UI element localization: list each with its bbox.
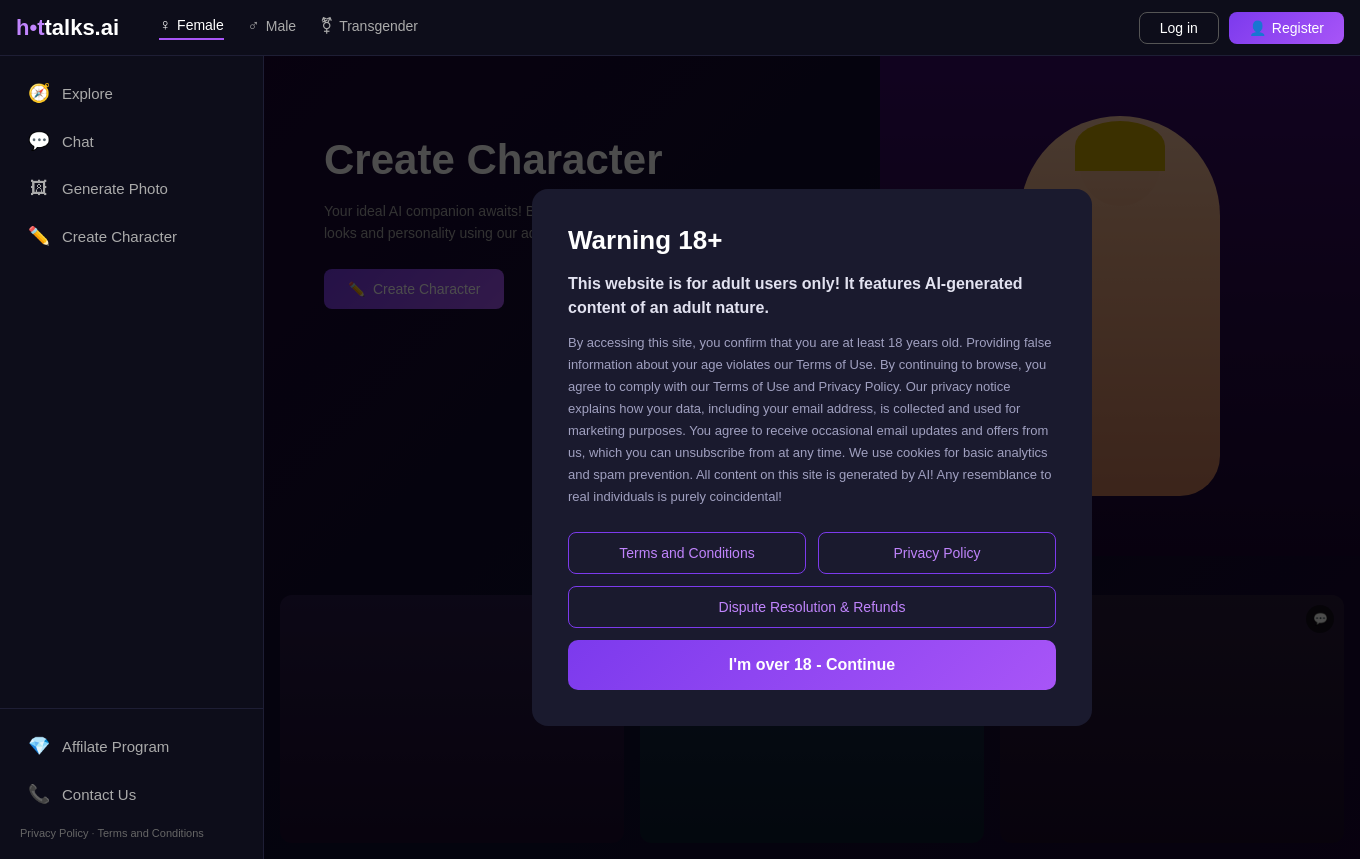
chat-icon: 💬: [28, 130, 50, 152]
contact-icon: 📞: [28, 783, 50, 805]
sidebar-label-contact: Contact Us: [62, 786, 136, 803]
modal-overlay: Warning 18+ This website is for adult us…: [264, 56, 1360, 859]
tab-transgender-label: Transgender: [339, 18, 418, 34]
logo-rest: talks.ai: [44, 15, 119, 40]
sidebar-label-affiliate: Affilate Program: [62, 738, 169, 755]
main-content: Create Character Your ideal AI companion…: [264, 56, 1360, 859]
affiliate-icon: 💎: [28, 735, 50, 757]
gender-tabs: ♀ Female ♂ Male ⚧ Transgender: [159, 16, 1139, 40]
male-icon: ♂: [248, 17, 260, 35]
modal-title: Warning 18+: [568, 225, 1056, 256]
tab-female-label: Female: [177, 17, 224, 33]
tab-transgender[interactable]: ⚧ Transgender: [320, 16, 418, 40]
generate-photo-icon: 🖼: [28, 178, 50, 199]
modal-body: By accessing this site, you confirm that…: [568, 332, 1056, 509]
footer-terms-link[interactable]: Terms and Conditions: [97, 827, 203, 839]
header-actions: Log in 👤 Register: [1139, 12, 1344, 44]
tab-male[interactable]: ♂ Male: [248, 16, 296, 40]
tab-female[interactable]: ♀ Female: [159, 16, 224, 40]
sidebar-item-generate-photo[interactable]: 🖼 Generate Photo: [8, 166, 255, 211]
modal-subtitle: This website is for adult users only! It…: [568, 272, 1056, 320]
sidebar-item-chat[interactable]: 💬 Chat: [8, 118, 255, 164]
sidebar-item-create-character[interactable]: ✏️ Create Character: [8, 213, 255, 259]
terms-button[interactable]: Terms and Conditions: [568, 532, 806, 574]
female-icon: ♀: [159, 16, 171, 34]
sidebar: 🧭 Explore 💬 Chat 🖼 Generate Photo ✏️ Cre…: [0, 56, 264, 859]
sidebar-nav: 🧭 Explore 💬 Chat 🖼 Generate Photo ✏️ Cre…: [0, 68, 263, 261]
register-label: Register: [1272, 20, 1324, 36]
sidebar-label-explore: Explore: [62, 85, 113, 102]
logo-hot: h•t: [16, 15, 44, 40]
sidebar-label-generate-photo: Generate Photo: [62, 180, 168, 197]
sidebar-item-affiliate[interactable]: 💎 Affilate Program: [8, 723, 255, 769]
register-icon: 👤: [1249, 20, 1266, 36]
sidebar-item-explore[interactable]: 🧭 Explore: [8, 70, 255, 116]
logo[interactable]: h•ttalks.ai: [16, 15, 119, 41]
footer-privacy-link[interactable]: Privacy Policy: [20, 827, 88, 839]
age-warning-modal: Warning 18+ This website is for adult us…: [532, 189, 1092, 727]
sidebar-label-chat: Chat: [62, 133, 94, 150]
age-confirm-button[interactable]: I'm over 18 - Continue: [568, 640, 1056, 690]
register-button[interactable]: 👤 Register: [1229, 12, 1344, 44]
main-layout: 🧭 Explore 💬 Chat 🖼 Generate Photo ✏️ Cre…: [0, 56, 1360, 859]
transgender-icon: ⚧: [320, 16, 333, 35]
sidebar-item-contact[interactable]: 📞 Contact Us: [8, 771, 255, 817]
sidebar-bottom: 💎 Affilate Program 📞 Contact Us Privacy …: [0, 708, 263, 847]
modal-link-buttons: Terms and Conditions Privacy Policy: [568, 532, 1056, 574]
create-character-icon: ✏️: [28, 225, 50, 247]
tab-male-label: Male: [266, 18, 296, 34]
sidebar-footer: Privacy Policy · Terms and Conditions: [0, 819, 263, 847]
dispute-button[interactable]: Dispute Resolution & Refunds: [568, 586, 1056, 628]
login-button[interactable]: Log in: [1139, 12, 1219, 44]
header: h•ttalks.ai ♀ Female ♂ Male ⚧ Transgende…: [0, 0, 1360, 56]
explore-icon: 🧭: [28, 82, 50, 104]
sidebar-label-create-character: Create Character: [62, 228, 177, 245]
privacy-button[interactable]: Privacy Policy: [818, 532, 1056, 574]
